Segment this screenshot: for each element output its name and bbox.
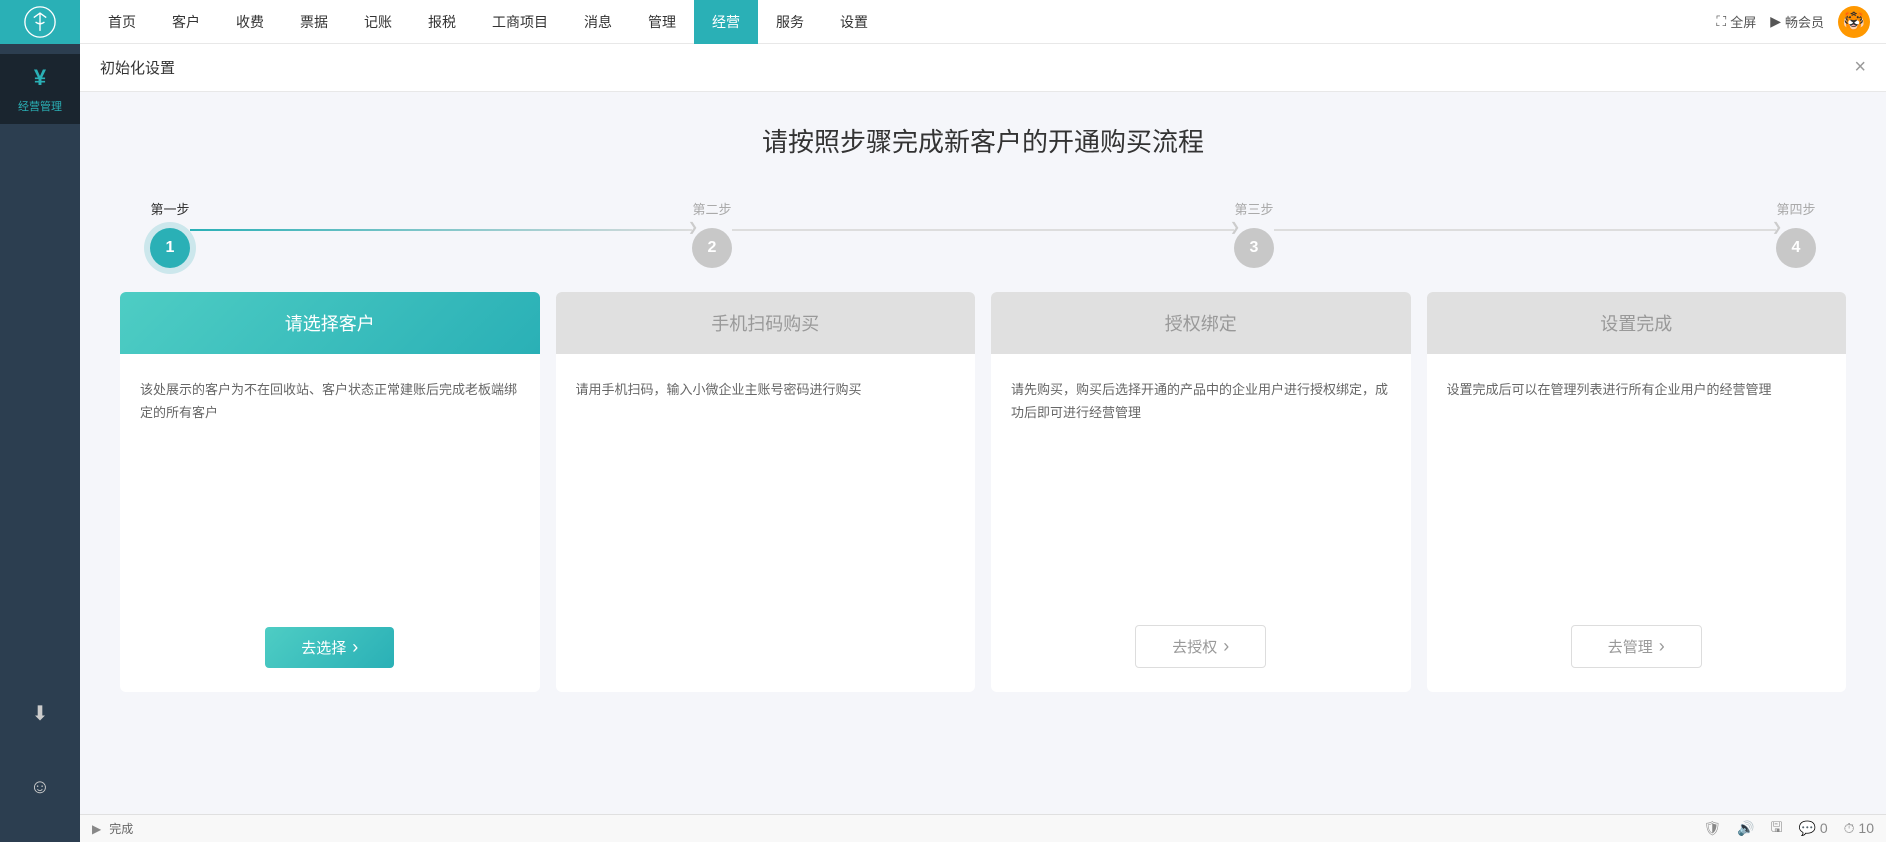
card-1-header: 请选择客户 (120, 292, 540, 354)
step-card-3: 授权绑定 请先购买，购买后选择开通的产品中的企业用户进行授权绑定，成功后即可进行… (991, 292, 1411, 692)
card-3-footer: 去授权 › (991, 609, 1411, 692)
connector-1-2: ❯ (190, 229, 692, 231)
step-1-circle: 1 (150, 228, 190, 268)
status-bar: ▶ 完成 🛡 🔊 🖫 💬 0 ⏱ 10 (80, 814, 1886, 842)
arrow-icon-1: › (352, 637, 358, 658)
close-button[interactable]: × (1854, 56, 1866, 79)
step-4-circle: 4 (1776, 228, 1816, 268)
nav-item-customer[interactable]: 客户 (154, 0, 218, 44)
step-2: 第二步 2 (692, 199, 732, 268)
go-manage-button[interactable]: 去管理 › (1571, 625, 1702, 668)
step-card-4: 设置完成 设置完成后可以在管理列表进行所有企业用户的经营管理 去管理 › (1427, 292, 1847, 692)
timer-icon: ⏱ 10 (1844, 820, 1874, 837)
main-layout: ¥ 经营管理 ⬇ ☺ 初始化设置 × 请按照步骤完成新客户的开通购买流程 (0, 44, 1886, 842)
connector-arrow-3: ❯ (1772, 220, 1782, 234)
operation-icon: ¥ (26, 64, 54, 92)
sidebar-item-download[interactable]: ⬇ (0, 678, 80, 748)
sidebar: ¥ 经营管理 ⬇ ☺ (0, 44, 80, 842)
nav-item-charge[interactable]: 收费 (218, 0, 282, 44)
page-title: 初始化设置 (100, 57, 175, 78)
card-2-footer (556, 652, 976, 692)
connector-3-4: ❯ (1274, 229, 1776, 231)
app-logo[interactable] (0, 0, 80, 44)
card-4-footer: 去管理 › (1427, 609, 1847, 692)
card-3-header: 授权绑定 (991, 292, 1411, 354)
connector-arrow-1: ❯ (688, 220, 698, 234)
arrow-icon-3: › (1223, 636, 1229, 657)
nav-item-manage[interactable]: 管理 (630, 0, 694, 44)
play-icon: ▶ (1770, 13, 1781, 30)
sidebar-bottom: ⬇ ☺ (0, 678, 80, 842)
nav-menu: 首页 客户 收费 票据 记账 报税 工商项目 消息 管理 经营 服务 设置 (80, 0, 1716, 43)
status-text: 完成 (109, 820, 133, 837)
save-icon: 🖫 (1771, 817, 1783, 841)
step-4: 第四步 4 (1776, 199, 1816, 268)
sidebar-item-label: 经营管理 (18, 98, 62, 114)
logo-icon (24, 6, 56, 38)
steps-container: 请按照步骤完成新客户的开通购买流程 第一步 1 ❯ 第二步 (80, 92, 1886, 814)
step-progress-bar: 第一步 1 ❯ 第二步 2 ❯ (120, 199, 1846, 268)
card-3-body: 请先购买，购买后选择开通的产品中的企业用户进行授权绑定，成功后即可进行经营管理 (991, 354, 1411, 609)
card-1-footer: 去选择 › (120, 611, 540, 692)
steps-main-title: 请按照步骤完成新客户的开通购买流程 (120, 122, 1846, 159)
card-4-body: 设置完成后可以在管理列表进行所有企业用户的经营管理 (1427, 354, 1847, 609)
support-icon: ☺ (26, 773, 54, 801)
card-4-header: 设置完成 (1427, 292, 1847, 354)
nav-item-bookkeep[interactable]: 记账 (346, 0, 410, 44)
shield-icon: 🛡 (1703, 820, 1721, 837)
card-1-body: 该处展示的客户为不在回收站、客户状态正常建账后完成老板端绑定的所有客户 (120, 354, 540, 611)
status-left: ▶ 完成 (92, 820, 133, 837)
sidebar-item-operation[interactable]: ¥ 经营管理 (0, 54, 80, 124)
step-card-1: 请选择客户 该处展示的客户为不在回收站、客户状态正常建账后完成老板端绑定的所有客… (120, 292, 540, 692)
arrow-icon-4: › (1659, 636, 1665, 657)
page-header: 初始化设置 × (80, 44, 1886, 92)
top-navigation: 首页 客户 收费 票据 记账 报税 工商项目 消息 管理 经营 服务 设置 ⛶ … (0, 0, 1886, 44)
main-content: 初始化设置 × 请按照步骤完成新客户的开通购买流程 第一步 1 ❯ (80, 44, 1886, 842)
step-3: 第三步 3 (1234, 199, 1274, 268)
nav-item-business[interactable]: 工商项目 (474, 0, 566, 44)
connector-2-3: ❯ (732, 229, 1234, 231)
step-2-label: 第二步 (692, 199, 731, 218)
step-1: 第一步 1 (150, 199, 190, 268)
card-2-body: 请用手机扫码，输入小微企业主账号密码进行购买 (556, 354, 976, 652)
nav-item-home[interactable]: 首页 (90, 0, 154, 44)
connector-arrow-2: ❯ (1230, 220, 1240, 234)
nav-item-settings[interactable]: 设置 (822, 0, 886, 44)
step-3-label: 第三步 (1234, 199, 1273, 218)
status-right: 🛡 🔊 🖫 💬 0 ⏱ 10 (1703, 817, 1874, 841)
nav-item-service[interactable]: 服务 (758, 0, 822, 44)
nav-item-tax[interactable]: 报税 (410, 0, 474, 44)
message-count: 💬 0 (1799, 820, 1828, 837)
step-cards: 请选择客户 该处展示的客户为不在回收站、客户状态正常建账后完成老板端绑定的所有客… (120, 292, 1846, 692)
step-2-circle: 2 (692, 228, 732, 268)
nav-item-message[interactable]: 消息 (566, 0, 630, 44)
nav-item-bill[interactable]: 票据 (282, 0, 346, 44)
nav-item-operation[interactable]: 经营 (694, 0, 758, 44)
vip-btn[interactable]: ▶ 畅会员 (1770, 12, 1824, 31)
fullscreen-icon: ⛶ (1716, 13, 1726, 30)
fullscreen-btn[interactable]: ⛶ 全屏 (1716, 12, 1756, 31)
play-status-icon: ▶ (92, 822, 101, 836)
nav-right: ⛶ 全屏 ▶ 畅会员 🐯 (1716, 6, 1886, 38)
go-authorize-button[interactable]: 去授权 › (1135, 625, 1266, 668)
step-1-label: 第一步 (150, 199, 189, 218)
step-4-label: 第四步 (1776, 199, 1815, 218)
volume-icon: 🔊 (1737, 820, 1754, 837)
avatar[interactable]: 🐯 (1838, 6, 1870, 38)
go-select-button[interactable]: 去选择 › (265, 627, 394, 668)
step-card-2: 手机扫码购买 请用手机扫码，输入小微企业主账号密码进行购买 (556, 292, 976, 692)
download-icon: ⬇ (26, 699, 54, 727)
sidebar-item-support[interactable]: ☺ (0, 752, 80, 822)
card-2-header: 手机扫码购买 (556, 292, 976, 354)
step-3-circle: 3 (1234, 228, 1274, 268)
